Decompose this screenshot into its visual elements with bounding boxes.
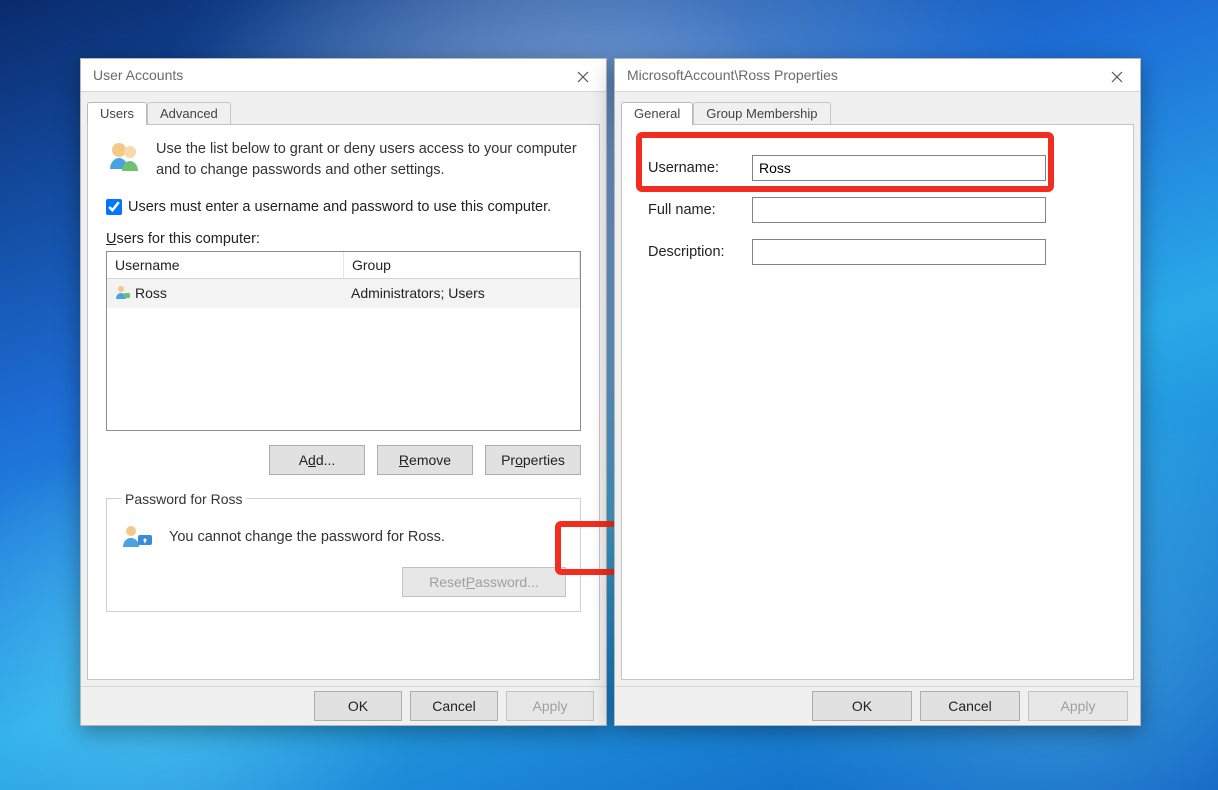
- password-groupbox: Password for Ross You cannot change the …: [106, 491, 581, 612]
- description-input[interactable]: [752, 239, 1046, 265]
- fullname-input[interactable]: [752, 197, 1046, 223]
- tab-users[interactable]: Users: [87, 102, 147, 125]
- intro-text: Use the list below to grant or deny user…: [156, 139, 581, 181]
- users-list-header: Username Group: [107, 252, 580, 279]
- col-group[interactable]: Group: [344, 252, 580, 278]
- dialog-button-bar: OK Cancel Apply: [81, 686, 606, 725]
- users-list[interactable]: Username Group Ross Administrators; User…: [106, 251, 581, 431]
- password-message: You cannot change the password for Ross.: [169, 529, 445, 545]
- row-group: Administrators; Users: [343, 283, 580, 303]
- apply-button: Apply: [1028, 691, 1128, 721]
- properties-button[interactable]: Properties: [485, 445, 581, 475]
- dialog-title: User Accounts: [93, 67, 183, 83]
- apply-button: Apply: [506, 691, 594, 721]
- password-icon: [121, 523, 155, 551]
- password-group-legend: Password for Ross: [121, 491, 246, 507]
- fullname-label: Full name:: [648, 202, 752, 218]
- close-icon: [577, 70, 589, 86]
- cancel-button[interactable]: Cancel: [410, 691, 498, 721]
- tab-group-membership[interactable]: Group Membership: [693, 102, 830, 125]
- cancel-button[interactable]: Cancel: [920, 691, 1020, 721]
- ross-properties-dialog: MicrosoftAccount\Ross Properties General…: [614, 58, 1141, 726]
- username-input[interactable]: [752, 155, 1046, 181]
- dialog-button-bar: OK Cancel Apply: [615, 686, 1140, 725]
- tabstrip: General Group Membership: [615, 98, 1140, 124]
- titlebar[interactable]: User Accounts: [81, 59, 606, 92]
- table-row[interactable]: Ross Administrators; Users: [107, 279, 580, 308]
- row-username: Ross: [135, 285, 167, 301]
- tabstrip: Users Advanced: [81, 98, 606, 124]
- must-enter-password-label: Users must enter a username and password…: [128, 199, 551, 215]
- users-list-label: Users for this computer:: [106, 231, 581, 247]
- col-username[interactable]: Username: [107, 252, 344, 278]
- tab-advanced[interactable]: Advanced: [147, 102, 231, 125]
- ok-button[interactable]: OK: [812, 691, 912, 721]
- must-enter-password-checkbox-input[interactable]: [106, 199, 122, 215]
- user-row-icon: [115, 284, 131, 303]
- add-button[interactable]: Add...: [269, 445, 365, 475]
- description-label: Description:: [648, 244, 752, 260]
- remove-button[interactable]: Remove: [377, 445, 473, 475]
- tab-general[interactable]: General: [621, 102, 693, 125]
- reset-password-button: Reset Password...: [402, 567, 566, 597]
- username-label: Username:: [648, 160, 752, 176]
- user-accounts-dialog: User Accounts Users Advanced: [80, 58, 607, 726]
- tabpage-general: Username: Full name: Description:: [621, 124, 1134, 680]
- dialog-title: MicrosoftAccount\Ross Properties: [627, 67, 838, 83]
- titlebar[interactable]: MicrosoftAccount\Ross Properties: [615, 59, 1140, 92]
- ok-button[interactable]: OK: [314, 691, 402, 721]
- must-enter-password-checkbox[interactable]: Users must enter a username and password…: [106, 199, 581, 215]
- users-icon: [106, 139, 142, 175]
- close-icon: [1111, 70, 1123, 86]
- tabpage-users: Use the list below to grant or deny user…: [87, 124, 600, 680]
